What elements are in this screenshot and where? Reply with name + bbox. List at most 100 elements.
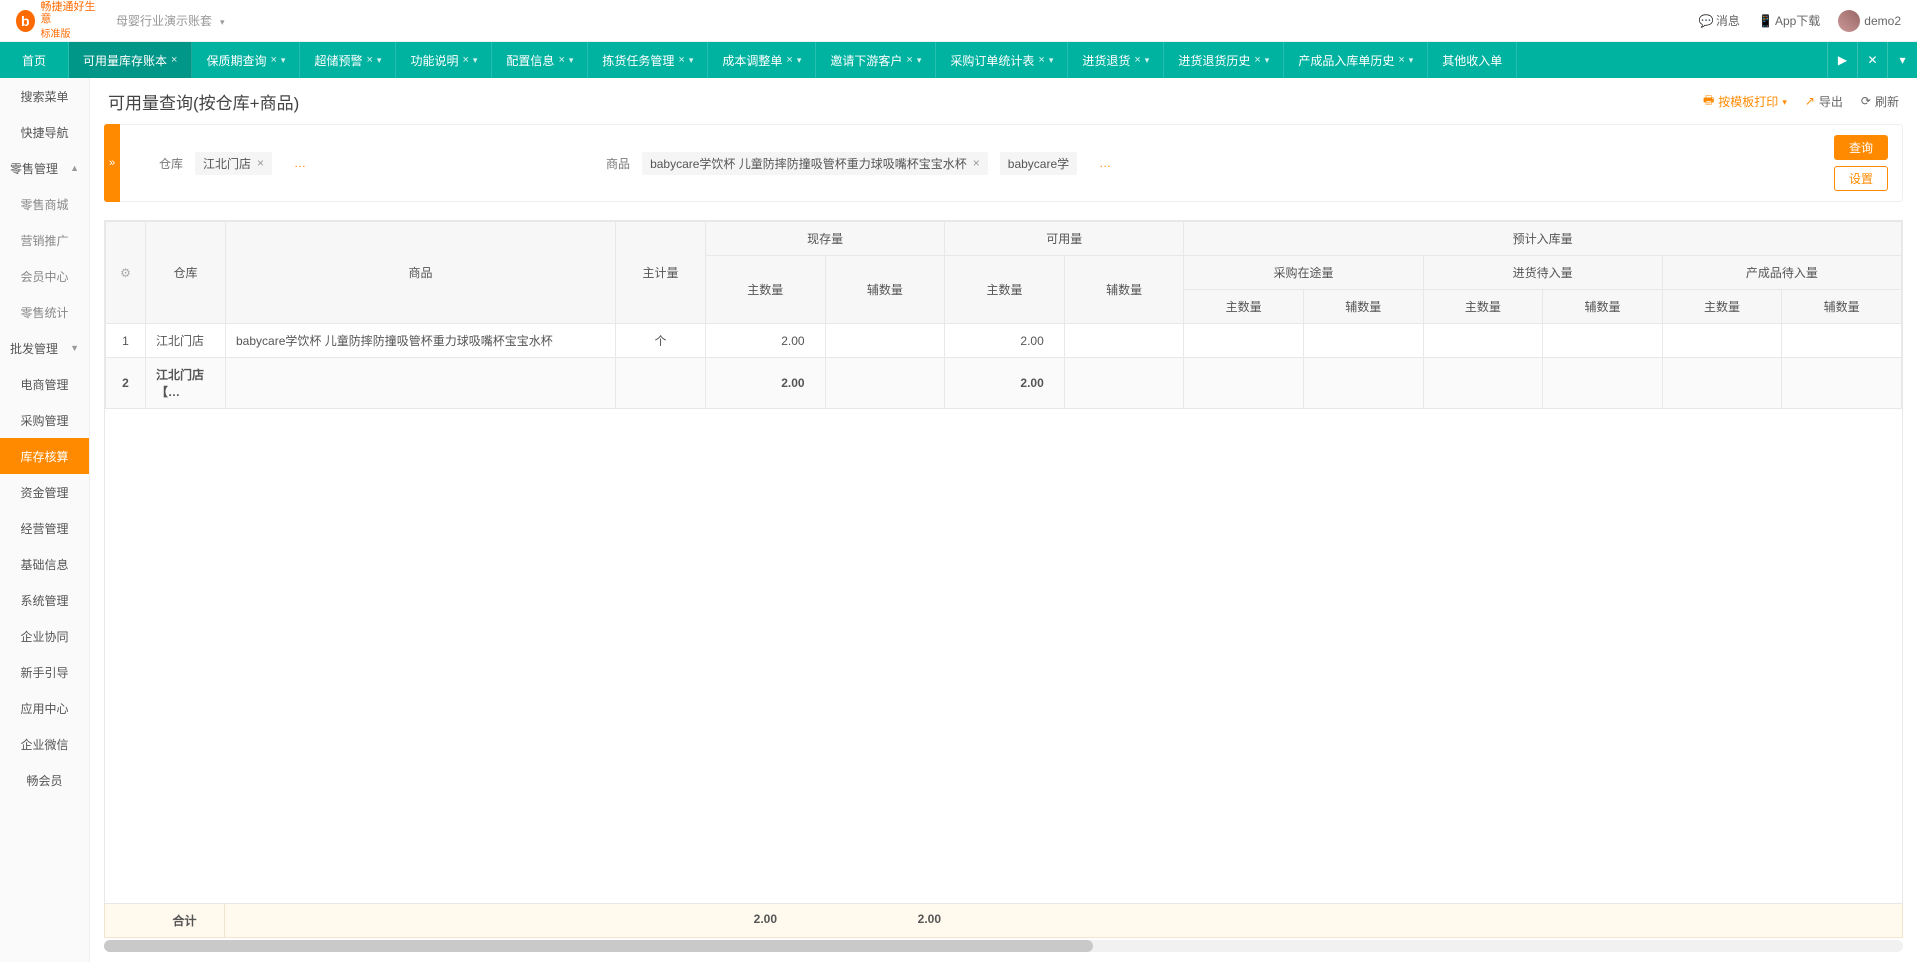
sidebar-item[interactable]: 电商管理	[0, 366, 89, 402]
table-footer-total: 合计 2.00 2.00	[104, 904, 1903, 938]
table-row[interactable]: 2江北门店【…2.002.00	[106, 358, 1902, 409]
close-icon[interactable]: ×	[1398, 54, 1404, 66]
app-header: b 畅捷通好生意 标准版 母婴行业演示账套 消息 App下载 demo2	[0, 0, 1917, 42]
close-icon[interactable]: ×	[558, 54, 564, 66]
app-download-link[interactable]: App下载	[1758, 12, 1820, 29]
close-icon[interactable]: ×	[973, 156, 980, 170]
th-warehouse[interactable]: 仓库	[146, 222, 226, 324]
close-icon[interactable]: ×	[270, 54, 276, 66]
filter-goods: 商品 babycare学饮杯 儿童防摔防撞吸管杯重力球吸嘴杯宝宝水杯 × bab…	[566, 152, 1111, 175]
th-po-transit: 采购在途量	[1184, 256, 1423, 290]
tab-item[interactable]: 超储预警×▾	[300, 42, 396, 78]
tab-item[interactable]: 进货退货×▾	[1068, 42, 1164, 78]
filter-warehouse-more[interactable]: …	[294, 156, 306, 170]
sidebar-item[interactable]: 零售管理▲	[0, 150, 89, 186]
th-goods[interactable]: 商品	[226, 222, 616, 324]
th-gr-main[interactable]: 主数量	[1423, 290, 1543, 324]
close-icon[interactable]: ×	[366, 54, 372, 66]
sidebar-item[interactable]: 企业微信	[0, 726, 89, 762]
th-fg-aux[interactable]: 辅数量	[1782, 290, 1902, 324]
tab-item[interactable]: 配置信息×▾	[492, 42, 588, 78]
th-stock-aux[interactable]: 辅数量	[825, 256, 945, 324]
table-cell	[616, 358, 706, 409]
account-selector[interactable]: 母婴行业演示账套	[116, 12, 225, 29]
th-po-aux[interactable]: 辅数量	[1303, 290, 1423, 324]
filter-goods-tag-1[interactable]: babycare学饮杯 儿童防摔防撞吸管杯重力球吸嘴杯宝宝水杯 ×	[642, 152, 988, 175]
tab-item[interactable]: 拣货任务管理×▾	[588, 42, 708, 78]
close-icon[interactable]: ×	[1038, 54, 1044, 66]
page-title: 可用量查询(按仓库+商品)	[108, 89, 299, 114]
sidebar-item[interactable]: 零售统计	[0, 294, 89, 330]
footer-avail-main: 2.00	[869, 904, 951, 937]
refresh-button[interactable]: 刷新	[1861, 93, 1899, 110]
th-avail-aux[interactable]: 辅数量	[1064, 256, 1184, 324]
tab-item[interactable]: 可用量库存账本×	[69, 42, 192, 78]
sidebar-item[interactable]: 企业协同	[0, 618, 89, 654]
tab-item[interactable]: 采购订单统计表×▾	[936, 42, 1068, 78]
close-icon[interactable]: ×	[906, 54, 912, 66]
table-cell	[1543, 358, 1663, 409]
filter-goods-more[interactable]: …	[1099, 156, 1111, 170]
table-row[interactable]: 1江北门店babycare学饮杯 儿童防摔防撞吸管杯重力球吸嘴杯宝宝水杯个2.0…	[106, 324, 1902, 358]
sidebar-item-label: 快捷导航	[20, 124, 68, 141]
sidebar-item[interactable]: 资金管理	[0, 474, 89, 510]
close-icon[interactable]: ×	[462, 54, 468, 66]
close-icon[interactable]: ×	[678, 54, 684, 66]
messages-link[interactable]: 消息	[1699, 12, 1740, 29]
scrollbar-thumb[interactable]	[104, 940, 1093, 952]
th-unit[interactable]: 主计量	[616, 222, 706, 324]
close-icon[interactable]: ×	[1134, 54, 1140, 66]
th-stock-main[interactable]: 主数量	[706, 256, 826, 324]
gear-icon[interactable]	[120, 266, 131, 280]
sidebar-item[interactable]: 新手引导	[0, 654, 89, 690]
table-cell: babycare学饮杯 儿童防摔防撞吸管杯重力球吸嘴杯宝宝水杯	[226, 324, 616, 358]
filter-collapse[interactable]: »	[104, 124, 120, 202]
th-gr-aux[interactable]: 辅数量	[1543, 290, 1663, 324]
close-icon[interactable]: ×	[786, 54, 792, 66]
export-button[interactable]: 导出	[1805, 93, 1843, 110]
chevron-down-icon: ▾	[689, 55, 694, 66]
sidebar-item[interactable]: 搜索菜单	[0, 78, 89, 114]
refresh-icon	[1861, 94, 1871, 108]
chevron-down-icon: ▾	[1265, 55, 1270, 66]
setting-button[interactable]: 设置	[1834, 166, 1888, 191]
filter-warehouse-tag[interactable]: 江北门店 ×	[195, 152, 272, 175]
table-cell: 2.00	[706, 324, 826, 358]
sidebar-item[interactable]: 应用中心	[0, 690, 89, 726]
print-button[interactable]: 按模板打印	[1703, 91, 1787, 112]
tab-item[interactable]: 保质期查询×▾	[192, 42, 300, 78]
tag-text: babycare学	[1008, 155, 1069, 172]
sidebar-item[interactable]: 系统管理	[0, 582, 89, 618]
tab-item[interactable]: 进货退货历史×▾	[1164, 42, 1284, 78]
tab-item[interactable]: 邀请下游客户×▾	[816, 42, 936, 78]
sidebar-item[interactable]: 快捷导航	[0, 114, 89, 150]
user-menu[interactable]: demo2	[1838, 10, 1901, 32]
tab-scroll-right[interactable]: ▶	[1827, 42, 1857, 78]
sidebar-item[interactable]: 营销推广	[0, 222, 89, 258]
th-fg-main[interactable]: 主数量	[1662, 290, 1782, 324]
tab-item[interactable]: 功能说明×▾	[396, 42, 492, 78]
filter-goods-tag-2[interactable]: babycare学	[1000, 152, 1077, 175]
tab-home-label: 首页	[22, 52, 46, 69]
sidebar-item[interactable]: 基础信息	[0, 546, 89, 582]
th-po-main[interactable]: 主数量	[1184, 290, 1304, 324]
horizontal-scrollbar[interactable]	[104, 940, 1903, 952]
sidebar-item[interactable]: 采购管理	[0, 402, 89, 438]
close-icon[interactable]: ×	[171, 54, 177, 66]
sidebar-item[interactable]: 会员中心	[0, 258, 89, 294]
tab-item[interactable]: 成本调整单×▾	[708, 42, 816, 78]
sidebar-item[interactable]: 经营管理	[0, 510, 89, 546]
tab-menu[interactable]: ▾	[1887, 42, 1917, 78]
sidebar-item[interactable]: 零售商城	[0, 186, 89, 222]
close-icon[interactable]: ×	[257, 156, 264, 170]
tab-close-all[interactable]: ✕	[1857, 42, 1887, 78]
query-button[interactable]: 查询	[1834, 135, 1888, 160]
sidebar-item[interactable]: 畅会员	[0, 762, 89, 798]
sidebar-item[interactable]: 库存核算	[0, 438, 89, 474]
sidebar-item[interactable]: 批发管理▼	[0, 330, 89, 366]
th-avail-main[interactable]: 主数量	[945, 256, 1065, 324]
tab-item[interactable]: 其他收入单	[1428, 42, 1517, 78]
tab-home[interactable]: 首页	[0, 42, 69, 78]
tab-item[interactable]: 产成品入库单历史×▾	[1284, 42, 1428, 78]
close-icon[interactable]: ×	[1254, 54, 1260, 66]
